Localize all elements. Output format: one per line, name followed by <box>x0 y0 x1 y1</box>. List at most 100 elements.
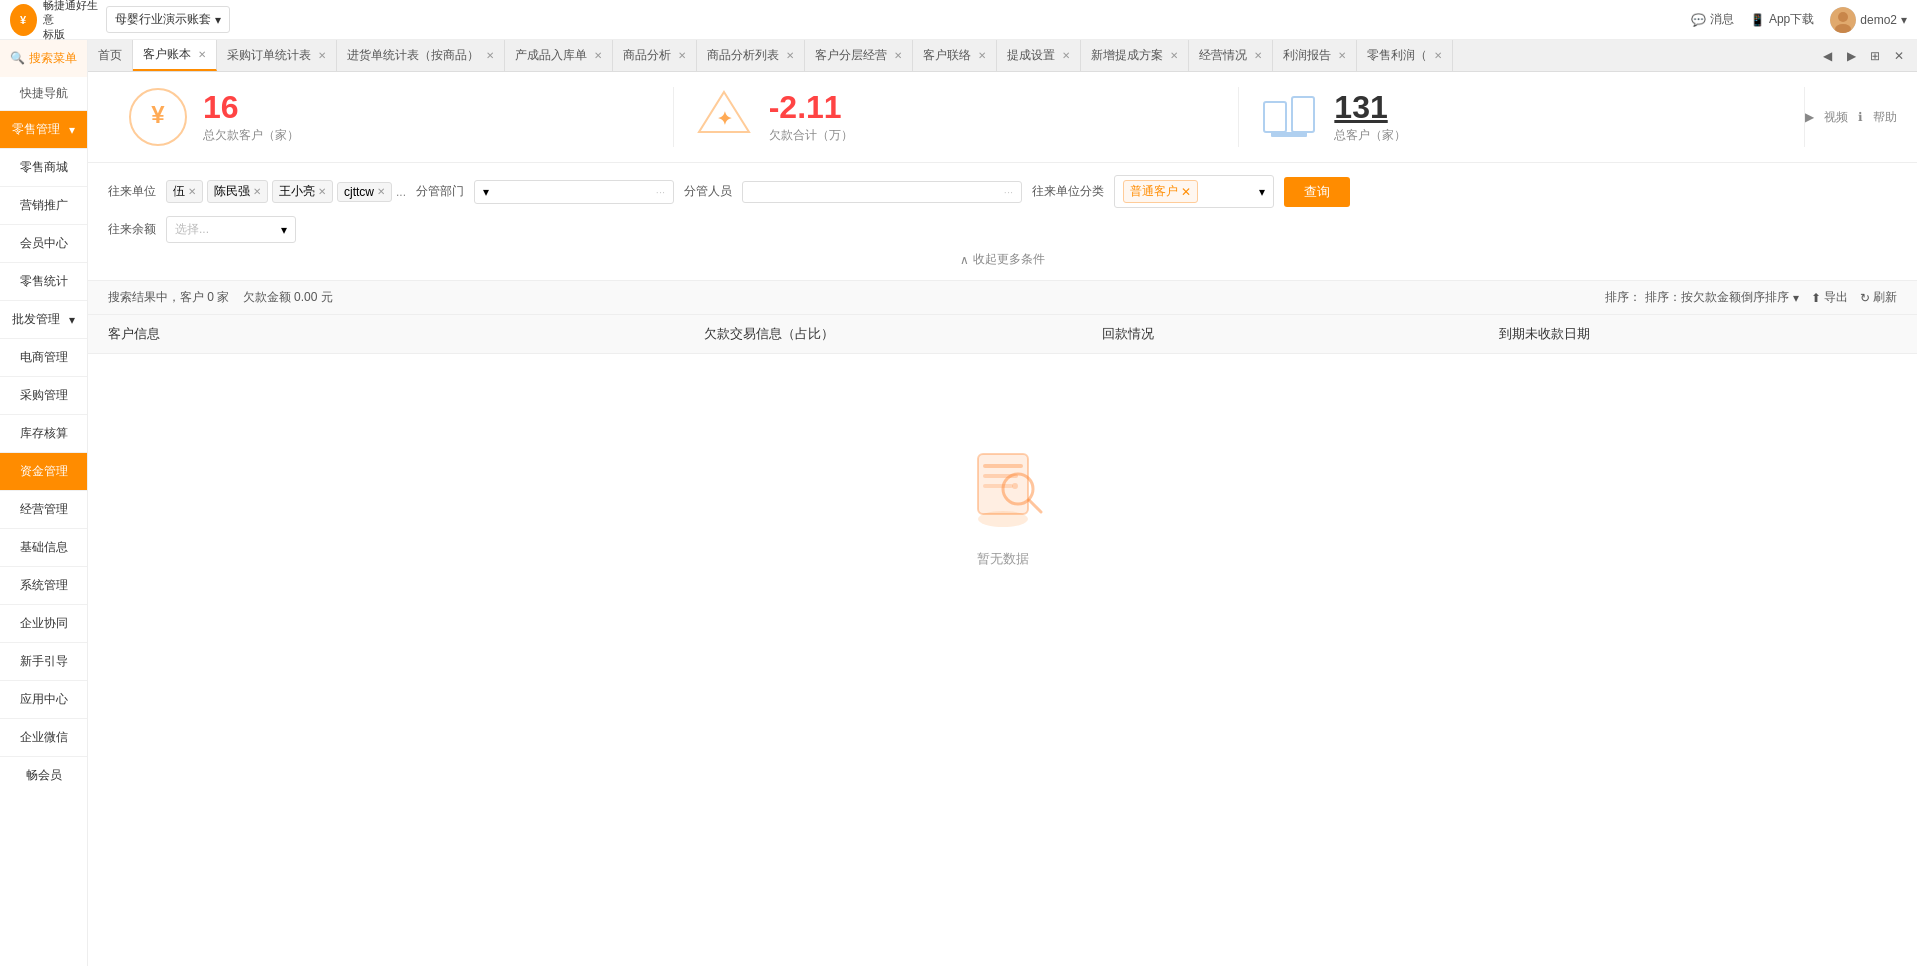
tab-customer-book[interactable]: 客户账本 ✕ <box>133 40 217 71</box>
close-icon[interactable]: ✕ <box>894 50 902 61</box>
balance-filter-select[interactable]: 选择... ▾ <box>166 216 296 243</box>
sidebar-item-purchase-manage[interactable]: 采购管理 <box>0 376 87 414</box>
sidebar-item-system-manage[interactable]: 系统管理 <box>0 566 87 604</box>
balance-filter-label: 往来余额 <box>108 221 156 238</box>
filter-tag-wang[interactable]: 王小亮 ✕ <box>272 180 333 203</box>
filter-more-tag[interactable]: ... <box>396 185 406 199</box>
sidebar-item-retail-stats[interactable]: 零售统计 <box>0 262 87 300</box>
chevron-down-icon: ▾ <box>215 13 221 27</box>
svg-rect-9 <box>1264 102 1286 132</box>
tab-expand-button[interactable]: ⊞ <box>1865 46 1885 66</box>
tab-retail-profit[interactable]: 零售利润（ ✕ <box>1357 40 1453 71</box>
tab-next-button[interactable]: ▶ <box>1841 46 1861 66</box>
tab-new-promotion[interactable]: 新增提成方案 ✕ <box>1081 40 1189 71</box>
debit-amount-value: 0.00 <box>294 290 317 304</box>
tab-profit-report[interactable]: 利润报告 ✕ <box>1273 40 1357 71</box>
results-bar: 搜索结果中，客户 0 家 欠款金额 0.00 元 排序： 排序：按欠款金额倒序排… <box>88 281 1917 315</box>
tab-promotion-settings[interactable]: 提成设置 ✕ <box>997 40 1081 71</box>
sidebar-item-label: 零售统计 <box>20 273 68 290</box>
unit-category-select[interactable]: 普通客户 ✕ ▾ <box>1114 175 1274 208</box>
store-selector[interactable]: 母婴行业演示账套 ▾ <box>106 6 230 33</box>
export-button[interactable]: ⬆ 导出 <box>1811 289 1848 306</box>
close-icon[interactable]: ✕ <box>377 186 385 197</box>
tab-produce-stock[interactable]: 产成品入库单 ✕ <box>505 40 613 71</box>
logo-area: ¥ 畅捷通好生意 标版 <box>10 0 98 41</box>
close-icon[interactable]: ✕ <box>594 50 602 61</box>
close-icon[interactable]: ✕ <box>978 50 986 61</box>
tab-close-all-button[interactable]: ✕ <box>1889 46 1909 66</box>
person-more-icon[interactable]: ··· <box>1004 186 1013 198</box>
sidebar-item-app-center[interactable]: 应用中心 <box>0 680 87 718</box>
refresh-button[interactable]: ↻ 刷新 <box>1860 289 1897 306</box>
user-nav[interactable]: demo2 ▾ <box>1830 7 1907 33</box>
tab-business-status[interactable]: 经营情况 ✕ <box>1189 40 1273 71</box>
sidebar-item-marketing[interactable]: 营销推广 <box>0 186 87 224</box>
sidebar-item-enterprise-coop[interactable]: 企业协同 <box>0 604 87 642</box>
sidebar-item-basic-info[interactable]: 基础信息 <box>0 528 87 566</box>
chevron-down-icon: ▾ <box>69 313 75 327</box>
chevron-down-icon: ▾ <box>1901 13 1907 27</box>
close-icon[interactable]: ✕ <box>198 49 206 60</box>
sidebar-item-member-center[interactable]: 会员中心 <box>0 224 87 262</box>
total-customers-label: 总客户（家） <box>1334 127 1406 144</box>
sidebar-quick-nav[interactable]: 快捷导航 <box>0 77 87 110</box>
sidebar-item-member-plus[interactable]: 畅会员 <box>0 756 87 794</box>
sidebar-search[interactable]: 🔍 搜索菜单 <box>0 40 87 77</box>
sidebar-item-retail-mall[interactable]: 零售商城 <box>0 148 87 186</box>
video-label[interactable]: 视频 <box>1824 109 1848 126</box>
close-icon[interactable]: ✕ <box>318 50 326 61</box>
close-icon[interactable]: ✕ <box>1434 50 1442 61</box>
sidebar-item-fund-manage[interactable]: 资金管理 <box>0 452 87 490</box>
unit-filter-label: 往来单位 <box>108 183 156 200</box>
close-icon[interactable]: ✕ <box>1254 50 1262 61</box>
close-icon[interactable]: ✕ <box>1170 50 1178 61</box>
sidebar-item-ecommerce[interactable]: 电商管理 <box>0 338 87 376</box>
sidebar-item-batch-manage[interactable]: 批发管理 ▾ <box>0 300 87 338</box>
sort-select[interactable]: 排序： 排序：按欠款金额倒序排序 ▾ <box>1605 289 1799 306</box>
sidebar-item-enterprise-wechat[interactable]: 企业微信 <box>0 718 87 756</box>
tab-purchase-order[interactable]: 采购订单统计表 ✕ <box>217 40 337 71</box>
sidebar-item-inventory[interactable]: 库存核算 <box>0 414 87 452</box>
top-header: ¥ 畅捷通好生意 标版 母婴行业演示账套 ▾ 💬 消息 📱 App下载 <box>0 0 1917 40</box>
sidebar-item-operations[interactable]: 经营管理 <box>0 490 87 528</box>
sidebar-item-retail-manage[interactable]: 零售管理 ▾ <box>0 110 87 148</box>
close-icon[interactable]: ✕ <box>786 50 794 61</box>
close-icon[interactable]: ✕ <box>1181 185 1191 199</box>
app-download-nav[interactable]: 📱 App下载 <box>1750 11 1814 28</box>
dept-filter-select[interactable]: ▾ ··· <box>474 180 674 204</box>
clear-icon[interactable]: ··· <box>656 186 665 198</box>
main-layout: 🔍 搜索菜单 快捷导航 零售管理 ▾ 零售商城 营销推广 会员中心 零售统计 批… <box>0 40 1917 966</box>
filter-tag-chen[interactable]: 陈民强 ✕ <box>207 180 268 203</box>
close-icon[interactable]: ✕ <box>188 186 196 197</box>
help-label[interactable]: 帮助 <box>1873 109 1897 126</box>
close-icon[interactable]: ✕ <box>253 186 261 197</box>
table-header-customer-info: 客户信息 <box>108 325 704 343</box>
tab-prev-button[interactable]: ◀ <box>1817 46 1837 66</box>
sidebar-item-label: 畅会员 <box>26 767 62 784</box>
tab-purchase-stat[interactable]: 进货单统计表（按商品） ✕ <box>337 40 505 71</box>
close-icon[interactable]: ✕ <box>678 50 686 61</box>
close-icon[interactable]: ✕ <box>318 186 326 197</box>
debit-customers-label: 总欠款客户（家） <box>203 127 299 144</box>
refresh-icon: ↻ <box>1860 291 1870 305</box>
message-nav[interactable]: 💬 消息 <box>1691 11 1734 28</box>
tab-product-analysis-list[interactable]: 商品分析列表 ✕ <box>697 40 805 71</box>
filter-area: 往来单位 伍 ✕ 陈民强 ✕ 王小亮 ✕ cjttcw <box>88 163 1917 281</box>
stat-debit-total-content: -2.11 欠款合计（万） <box>769 91 853 144</box>
table-area: 客户信息 欠款交易信息（占比） 回款情况 到期未收款日期 <box>88 315 1917 966</box>
tab-product-analysis[interactable]: 商品分析 ✕ <box>613 40 697 71</box>
filter-tag-ordinary[interactable]: 普通客户 ✕ <box>1123 180 1198 203</box>
filter-tag-cjttcw[interactable]: cjttcw ✕ <box>337 182 392 202</box>
stat-total-customers: 131 总客户（家） <box>1239 87 1805 147</box>
person-filter-input[interactable]: ··· <box>742 181 1022 203</box>
close-icon[interactable]: ✕ <box>486 50 494 61</box>
collapse-button[interactable]: ∧ 收起更多条件 <box>108 251 1897 268</box>
close-icon[interactable]: ✕ <box>1062 50 1070 61</box>
filter-tag-wu[interactable]: 伍 ✕ <box>166 180 203 203</box>
tab-home[interactable]: 首页 <box>88 40 133 71</box>
query-button[interactable]: 查询 <box>1284 177 1350 207</box>
sidebar-item-new-guide[interactable]: 新手引导 <box>0 642 87 680</box>
tab-customer-segment[interactable]: 客户分层经营 ✕ <box>805 40 913 71</box>
tab-customer-contact[interactable]: 客户联络 ✕ <box>913 40 997 71</box>
close-icon[interactable]: ✕ <box>1338 50 1346 61</box>
